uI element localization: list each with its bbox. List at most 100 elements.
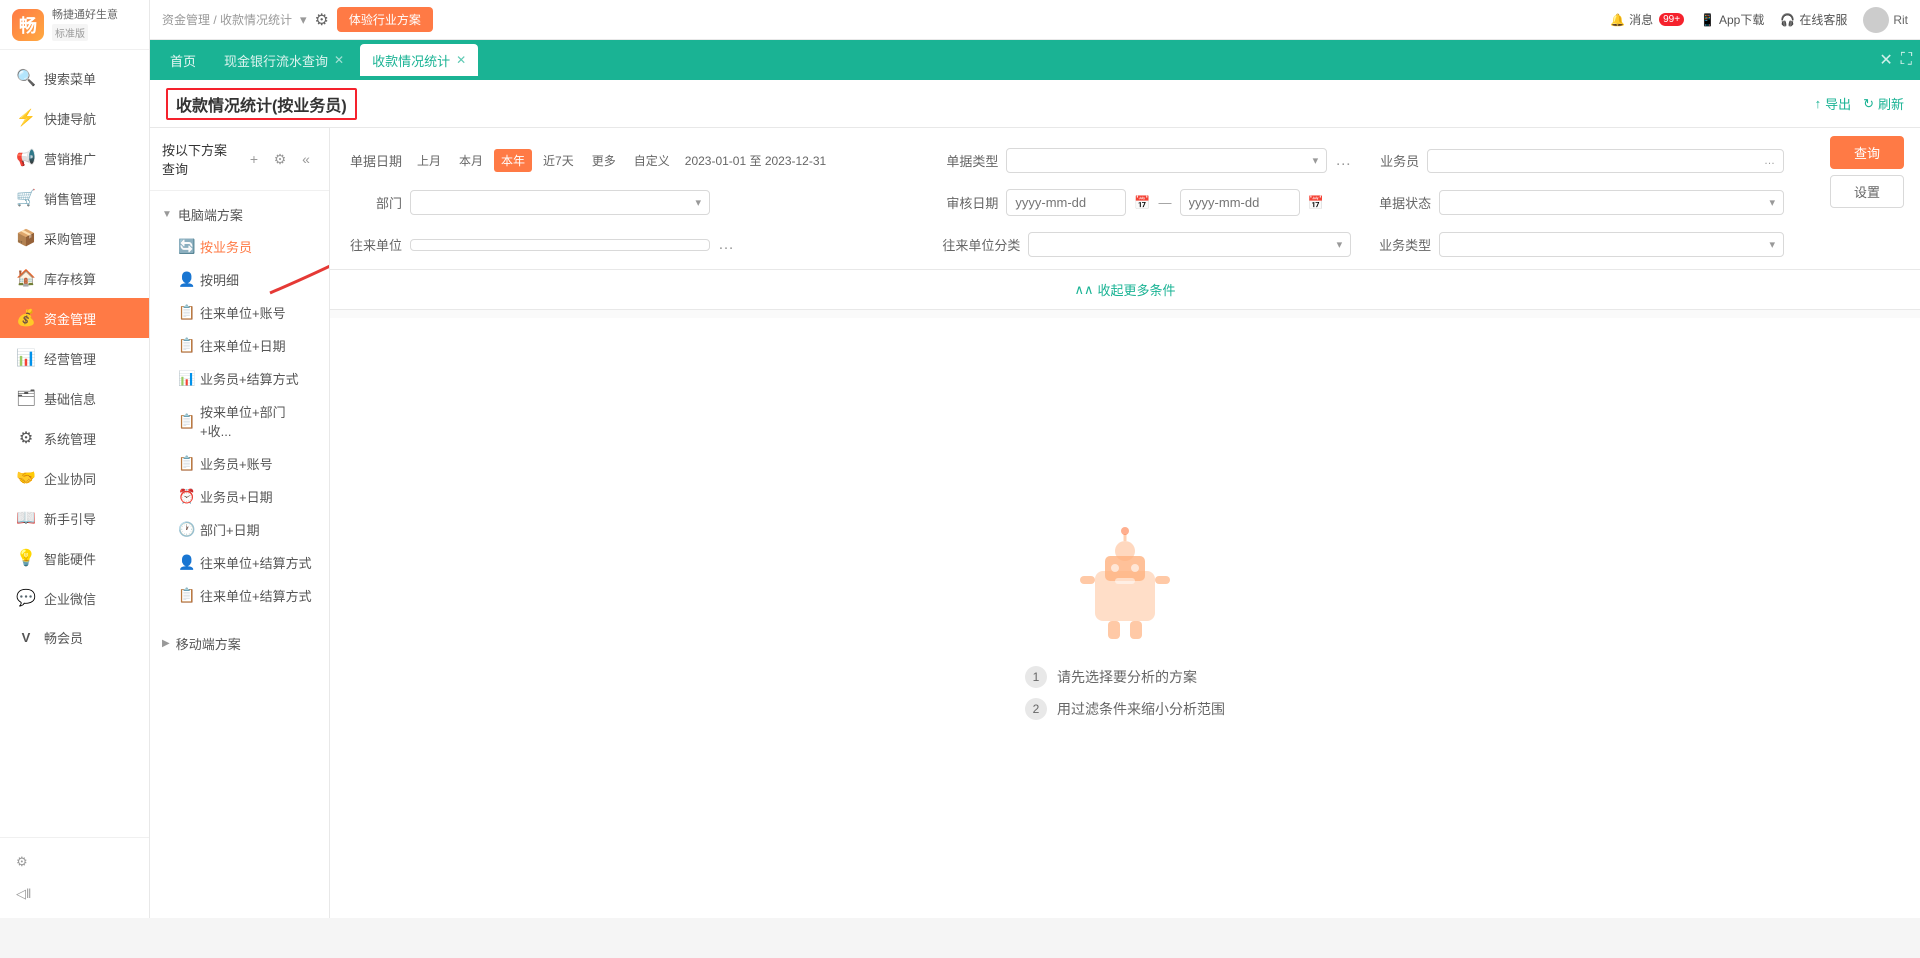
scheme-item-salesperson[interactable]: 🔄 按业务员	[150, 230, 329, 263]
sidebar-item-member[interactable]: V 畅会员	[0, 618, 149, 657]
tab-cashflow[interactable]: 现金银行流水查询 ✕	[212, 44, 356, 76]
review-date-label: 审核日期	[942, 193, 998, 212]
scheme-item-salesperson-payment[interactable]: 📊 业务员+结算方式	[150, 362, 329, 395]
scheme-item-label: 部门+日期	[200, 520, 260, 539]
date-tab-custom[interactable]: 自定义	[627, 149, 677, 172]
doc-type-select[interactable]: ▾	[1006, 148, 1327, 173]
sidebar-item-operations[interactable]: 📊 经营管理	[0, 338, 149, 378]
scheme-group-mobile-title[interactable]: ▶ 移动端方案	[150, 628, 329, 659]
hardware-icon: 💡	[16, 548, 36, 568]
collapse-sidebar[interactable]: ◁‖	[0, 878, 149, 910]
review-date-start[interactable]	[1006, 189, 1126, 216]
counterpart-type-select[interactable]: ▾	[1028, 232, 1351, 257]
app-download-btn[interactable]: 📱 App下载	[1700, 11, 1764, 28]
sidebar-item-label: 企业微信	[44, 589, 96, 608]
scheme-collapse-btn[interactable]: «	[295, 148, 317, 170]
scheme-item-counterpart-payment2[interactable]: 📋 往来单位+结算方式	[150, 579, 329, 612]
doc4-icon: 📋	[178, 455, 194, 472]
sidebar-item-system[interactable]: ⚙ 系统管理	[0, 418, 149, 458]
scheme-item-counterpart-date[interactable]: 📋 往来单位+日期	[150, 329, 329, 362]
dept-select[interactable]: ▾	[410, 190, 710, 215]
scheme-item-counterpart-account[interactable]: 📋 往来单位+账号	[150, 296, 329, 329]
tab-cashflow-close[interactable]: ✕	[334, 53, 344, 67]
settings-button[interactable]: ⚙	[315, 10, 329, 30]
doc-type-more-icon[interactable]: …	[1335, 152, 1351, 170]
salesperson-select[interactable]: …	[1427, 149, 1784, 173]
sidebar-item-hardware[interactable]: 💡 智能硬件	[0, 538, 149, 578]
sidebar-item-inventory[interactable]: 🏠 库存核算	[0, 258, 149, 298]
scheme-item-salesperson-account[interactable]: 📋 业务员+账号	[150, 447, 329, 480]
empty-tips: 1 请先选择要分析的方案 2 用过滤条件来缩小分析范围	[1025, 666, 1225, 720]
search-icon: 🔍	[16, 68, 36, 88]
scheme-item-label: 按明细	[200, 270, 239, 289]
counterpart-more-icon[interactable]: …	[718, 236, 734, 254]
collapse-up-icon: ∧∧	[1074, 282, 1093, 298]
tab-home[interactable]: 首页	[158, 51, 208, 70]
calendar-start-icon[interactable]: 📅	[1134, 195, 1150, 211]
sidebar-item-label: 新手引导	[44, 509, 96, 528]
tab-collection[interactable]: 收款情况统计 ✕	[360, 44, 478, 76]
sidebar-item-quick-nav[interactable]: ⚡ 快捷导航	[0, 98, 149, 138]
doc2-icon: 📋	[178, 337, 194, 354]
notification-btn[interactable]: 🔔 消息 99+	[1610, 11, 1684, 28]
page-actions: ↑ 导出 ↻ 刷新	[1815, 94, 1904, 113]
sidebar-item-finance[interactable]: 💰 资金管理	[0, 298, 149, 338]
scheme-group-desktop-title[interactable]: ▼ 电脑端方案	[150, 199, 329, 230]
sidebar-item-enterprise[interactable]: 🤝 企业协同	[0, 458, 149, 498]
scheme-add-btn[interactable]: +	[243, 148, 265, 170]
sidebar-item-basic[interactable]: 🗂 基础信息	[0, 378, 149, 418]
scheme-item-dept-date[interactable]: 🕐 部门+日期	[150, 513, 329, 546]
clock-icon: ⏰	[178, 488, 194, 505]
date-tab-this-year[interactable]: 本年	[494, 149, 532, 172]
clock2-icon: 🕐	[178, 521, 194, 538]
biz-type-label: 业务类型	[1375, 235, 1431, 254]
sidebar-item-marketing[interactable]: 📢 营销推广	[0, 138, 149, 178]
user-area[interactable]: Rit	[1863, 7, 1908, 33]
setting-button[interactable]: 设置	[1830, 175, 1904, 208]
date-tab-7days[interactable]: 近7天	[536, 149, 581, 172]
export-button[interactable]: ↑ 导出	[1815, 94, 1852, 113]
operations-icon: 📊	[16, 348, 36, 368]
doc-type-label: 单据类型	[942, 151, 998, 170]
sidebar-item-guide[interactable]: 📖 新手引导	[0, 498, 149, 538]
refresh-button[interactable]: ↻ 刷新	[1863, 94, 1904, 113]
counterpart-select[interactable]	[410, 239, 710, 251]
biz-type-select[interactable]: ▾	[1439, 232, 1784, 257]
scheme-item-counterpart-payment[interactable]: 👤 往来单位+结算方式	[150, 546, 329, 579]
collapse-bar[interactable]: ∧∧ 收起更多条件	[330, 270, 1920, 310]
date-tab-more[interactable]: 更多	[585, 149, 623, 172]
service-icon: 🎧	[1780, 13, 1795, 27]
top-bar-left: 资金管理 / 收款情况统计 ▾ ⚙ 体验行业方案	[162, 7, 1610, 32]
review-date-filter: 审核日期 📅 — 📅	[942, 189, 1351, 216]
doc-status-filter: 单据状态 ▾	[1375, 190, 1784, 215]
tab-collection-close[interactable]: ✕	[456, 53, 466, 67]
calendar-end-icon[interactable]: 📅	[1308, 195, 1324, 211]
date-tab-this-month[interactable]: 本月	[452, 149, 490, 172]
doc-status-select[interactable]: ▾	[1439, 190, 1784, 215]
empty-illustration	[1060, 516, 1190, 646]
tab-collection-label: 收款情况统计	[372, 51, 450, 70]
scheme-header-label: 按以下方案查询	[162, 140, 237, 178]
scheme-setting-btn[interactable]: ⚙	[269, 148, 291, 170]
review-date-end[interactable]	[1180, 189, 1300, 216]
main-content: 首页 现金银行流水查询 ✕ 收款情况统计 ✕ ✕ ⛶ 收款情况统计(按业务员) …	[150, 40, 1920, 918]
scheme-item-salesperson-date[interactable]: ⏰ 业务员+日期	[150, 480, 329, 513]
query-button[interactable]: 查询	[1830, 136, 1904, 169]
page-header: 收款情况统计(按业务员) ↑ 导出 ↻ 刷新	[150, 80, 1920, 128]
date-tab-last-month[interactable]: 上月	[410, 149, 448, 172]
sidebar-item-sales[interactable]: 🛒 销售管理	[0, 178, 149, 218]
window-maximize-icon[interactable]: ⛶	[1901, 51, 1912, 69]
salesperson-filter: 业务员 …	[1375, 149, 1784, 173]
sidebar-item-wechat[interactable]: 💬 企业微信	[0, 578, 149, 618]
trial-button[interactable]: 体验行业方案	[337, 7, 433, 32]
online-service-btn[interactable]: 🎧 在线客服	[1780, 11, 1847, 28]
scheme-item-counterpart-dept[interactable]: 📋 按来单位+部门+收...	[150, 395, 329, 447]
sidebar-item-label: 系统管理	[44, 429, 96, 448]
scheme-item-detail[interactable]: 👤 按明细	[150, 263, 329, 296]
settings-bottom[interactable]: ⚙	[0, 846, 149, 878]
counterpart-type-label: 往来单位分类	[942, 235, 1020, 254]
sidebar-item-search[interactable]: 🔍 搜索菜单	[0, 58, 149, 98]
window-close-icon[interactable]: ✕	[1879, 50, 1892, 70]
purchase-icon: 📦	[16, 228, 36, 248]
sidebar-item-purchase[interactable]: 📦 采购管理	[0, 218, 149, 258]
